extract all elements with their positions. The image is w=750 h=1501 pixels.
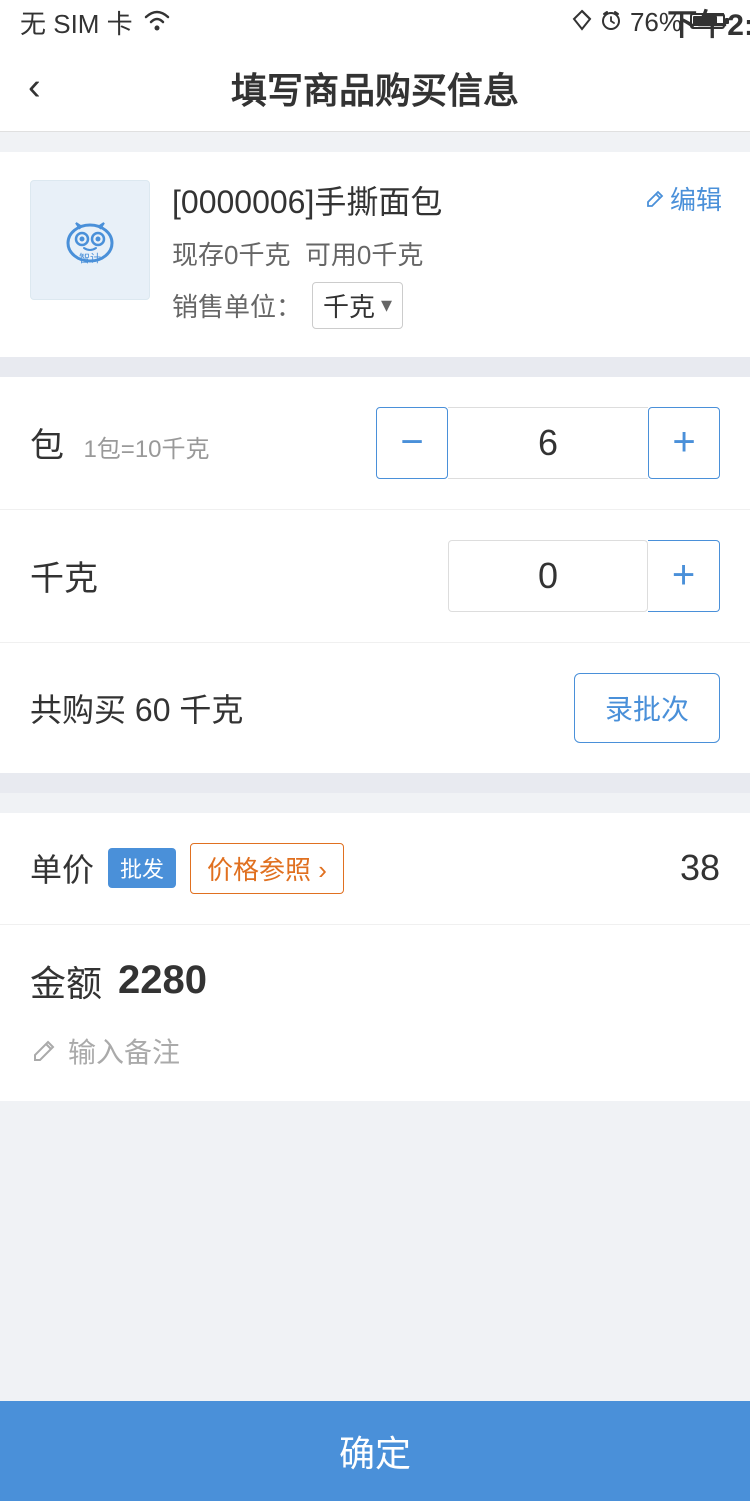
price-row: 单价 批发 价格参照 › 38	[0, 813, 750, 925]
unit-select[interactable]: 千克 ▾	[312, 282, 403, 329]
package-label: 包 1包=10千克	[30, 418, 376, 467]
kilogram-qty-control: +	[448, 540, 720, 612]
svg-text:智计: 智计	[79, 251, 101, 265]
amount-value: 2280	[118, 958, 207, 1003]
product-logo: 智计	[60, 215, 120, 265]
product-card: 智计 [0000006]手撕面包 现存0千克 可用0千克 销售单位： 千克 ▾ …	[0, 152, 750, 357]
kilogram-row: 千克 +	[0, 510, 750, 643]
confirm-label: 确定	[339, 1425, 411, 1477]
batch-tag: 批发	[108, 848, 176, 888]
product-info: [0000006]手撕面包 现存0千克 可用0千克 销售单位： 千克 ▾	[172, 180, 720, 329]
edit-button[interactable]: 编辑	[644, 180, 722, 217]
status-left: 无 SIM 卡	[20, 4, 173, 41]
product-unit-row: 销售单位： 千克 ▾	[172, 282, 720, 329]
amount-label: 金额	[30, 955, 102, 1007]
price-label: 单价	[30, 845, 94, 891]
package-increase-btn[interactable]: +	[648, 407, 720, 479]
product-stock: 现存0千克 可用0千克	[172, 235, 720, 272]
kilogram-increase-btn[interactable]: +	[648, 540, 720, 612]
kilogram-label: 千克	[30, 551, 448, 600]
amount-row: 金额 2280	[30, 955, 720, 1007]
nav-bar: ‹ 填写商品购买信息	[0, 44, 750, 132]
product-image: 智计	[30, 180, 150, 300]
package-qty-control: − +	[376, 407, 720, 479]
total-label: 共购买 60 千克	[30, 685, 243, 731]
divider-1	[0, 357, 750, 377]
kilogram-qty-input[interactable]	[448, 540, 648, 612]
edit-icon	[30, 1037, 58, 1065]
remark-placeholder[interactable]: 输入备注	[68, 1031, 180, 1071]
page-title: 填写商品购买信息	[231, 62, 519, 114]
package-qty-input[interactable]	[448, 407, 648, 479]
remark-row[interactable]: 输入备注	[30, 1031, 720, 1071]
empty-space	[0, 1101, 750, 1401]
price-value: 38	[680, 847, 720, 889]
package-decrease-btn[interactable]: −	[376, 407, 448, 479]
no-sim-label: 无 SIM 卡	[20, 4, 133, 41]
price-ref-button[interactable]: 价格参照 ›	[190, 843, 344, 894]
location-icon	[572, 7, 592, 38]
amount-section: 金额 2280 输入备注	[0, 925, 750, 1101]
product-name: [0000006]手撕面包	[172, 180, 720, 225]
total-row: 共购买 60 千克 录批次	[0, 643, 750, 773]
record-batch-button[interactable]: 录批次	[574, 673, 720, 743]
price-section: 单价 批发 价格参照 › 38 金额 2280 输入备注	[0, 813, 750, 1101]
status-time: 下午2:56	[667, 0, 750, 44]
status-bar: 无 SIM 卡 下午2:56	[0, 0, 750, 44]
package-sublabel: 1包=10千克	[83, 436, 209, 463]
confirm-button[interactable]: 确定	[0, 1401, 750, 1501]
back-button[interactable]: ‹	[28, 66, 41, 109]
wifi-icon	[141, 7, 173, 38]
divider-2	[0, 773, 750, 793]
package-row: 包 1包=10千克 − +	[0, 377, 750, 510]
alarm-icon	[600, 7, 622, 38]
